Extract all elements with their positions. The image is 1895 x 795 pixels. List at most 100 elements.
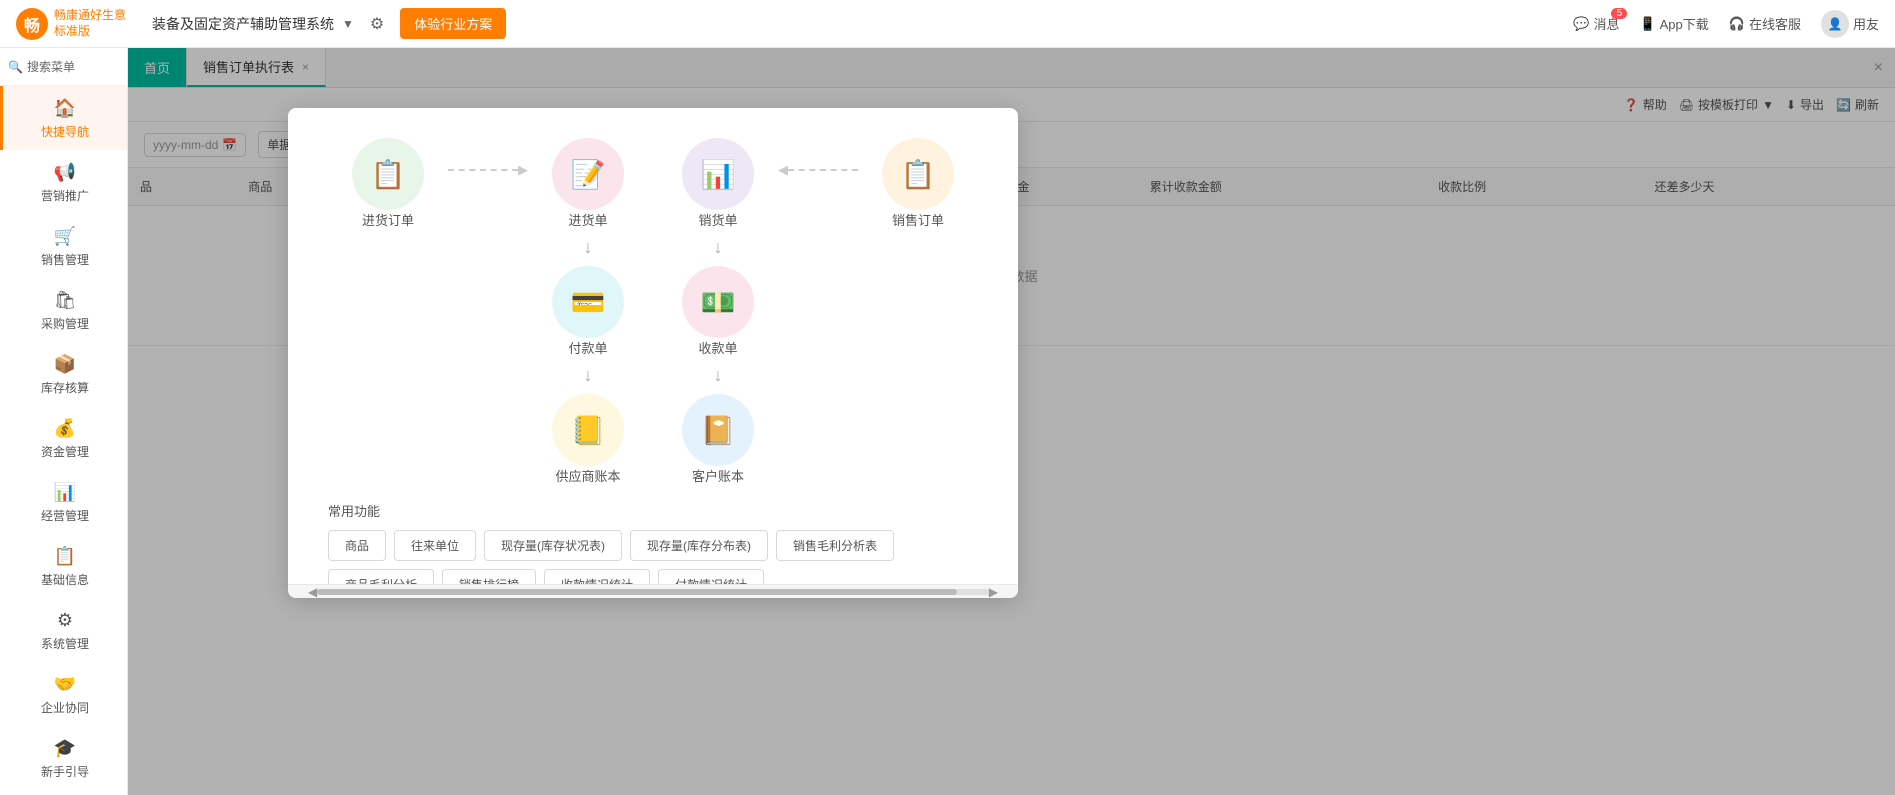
flow-row-2: 💳 付款单 💵 收款单 [328, 266, 978, 357]
arrow-purchase-to-bill: ▶ [448, 162, 528, 178]
flow-row-3: 📒 供应商账本 📔 客户账本 [328, 394, 978, 485]
main-body: 🔍 搜索菜单 🏠 快捷导航 📢 营销推广 🛒 销售管理 🛍 采购管理 📦 [0, 48, 1895, 795]
quick-nav-icon: 🏠 [54, 98, 76, 119]
message-item[interactable]: 💬 消息 5 [1573, 14, 1619, 33]
sidebar-item-label: 采购管理 [41, 315, 89, 332]
dropdown-icon[interactable]: ▼ [342, 17, 354, 31]
payment-circle: 💳 [552, 266, 624, 338]
purchase-bill-label: 进货单 [568, 210, 607, 229]
payment-label: 付款单 [568, 338, 607, 357]
app-container: 畅 畅康通好生意 标准版 装备及固定资产辅助管理系统 ▼ ⚙ 体验行业方案 💬 … [0, 0, 1895, 795]
sale-order-label: 销售订单 [892, 210, 944, 229]
supplier-ledger-label: 供应商账本 [555, 466, 620, 485]
func-btn-sales-margin[interactable]: 销售毛利分析表 [776, 530, 894, 561]
sidebar-item-guide[interactable]: 🎓 新手引导 [0, 726, 127, 790]
sidebar-search-label: 搜索菜单 [27, 58, 75, 75]
flow-node-payment[interactable]: 💳 付款单 [528, 266, 648, 357]
func-btn-stock-dist[interactable]: 现存量(库存分布表) [630, 530, 768, 561]
basic-icon: 📋 [54, 546, 76, 567]
purchase-order-circle: 📋 [352, 138, 424, 210]
flow-node-sale-order[interactable]: 📋 销售订单 [858, 138, 978, 229]
arrow-down-receipt: ↓ [658, 237, 778, 258]
flow-node-purchase-order[interactable]: 📋 进货订单 [328, 138, 448, 229]
flow-node-supplier-ledger[interactable]: 📒 供应商账本 [528, 394, 648, 485]
sale-bill-label: 销货单 [698, 210, 737, 229]
sidebar-item-label: 系统管理 [41, 635, 89, 652]
inventory-icon: 📦 [54, 354, 76, 375]
sidebar-item-label: 营销推广 [41, 187, 89, 204]
sale-bill-circle: 📊 [682, 138, 754, 210]
sidebar-item-label: 快捷导航 [41, 123, 89, 140]
func-btn-product[interactable]: 商品 [328, 530, 386, 561]
app-download-label: App下载 [1660, 14, 1709, 33]
flow-row-arrows: ↓ ↓ [328, 237, 978, 258]
sidebar-item-sales[interactable]: 🛒 销售管理 [0, 214, 127, 278]
modal-scrollbar[interactable]: ◀ ▶ [288, 584, 1018, 598]
purchase-icon: 🛍 [54, 290, 77, 311]
arrow-sale-order-to-bill: ◀ [778, 162, 858, 178]
logo-icon: 畅 [16, 8, 48, 40]
sidebar-item-basic[interactable]: 📋 基础信息 [0, 534, 127, 598]
avatar: 👤 [1821, 10, 1849, 38]
scrollbar-track [317, 589, 989, 595]
sidebar-item-label: 企业协同 [41, 699, 89, 716]
sales-icon: 🛒 [54, 226, 76, 247]
receipt-circle: 💵 [682, 266, 754, 338]
service-icon: 🎧 [1729, 16, 1745, 32]
scrollbar-left-arrow[interactable]: ◀ [308, 585, 317, 599]
content-area: 首页 销售订单执行表 × × ❓ 帮助 🖨 按模板打印 ▼ [128, 48, 1895, 795]
phone-icon: 📱 [1639, 16, 1655, 32]
sidebar-item-marketing[interactable]: 📢 营销推广 [0, 150, 127, 214]
sidebar-search[interactable]: 🔍 搜索菜单 [0, 48, 127, 86]
operation-icon: 📊 [54, 482, 76, 503]
sidebar-item-inventory[interactable]: 📦 库存核算 [0, 342, 127, 406]
customer-ledger-circle: 📔 [682, 394, 754, 466]
header-right: 💬 消息 5 📱 App下载 🎧 在线客服 👤 用友 [1573, 10, 1879, 38]
sidebar-item-label: 销售管理 [41, 251, 89, 268]
finance-icon: 💰 [54, 418, 76, 439]
sidebar: 🔍 搜索菜单 🏠 快捷导航 📢 营销推广 🛒 销售管理 🛍 采购管理 📦 [0, 48, 128, 795]
sidebar-item-label: 新手引导 [41, 763, 89, 780]
try-industry-button[interactable]: 体验行业方案 [400, 8, 506, 39]
logo-text: 畅康通好生意 标准版 [54, 8, 126, 39]
flow-node-purchase-bill[interactable]: 📝 进货单 [528, 138, 648, 229]
modal-overlay[interactable]: 📋 进货订单 ▶ 📝 进货单 [128, 48, 1895, 795]
message-icon: 💬 [1573, 16, 1589, 32]
search-icon: 🔍 [8, 60, 23, 74]
modal-box: 📋 进货订单 ▶ 📝 进货单 [288, 108, 1018, 598]
sidebar-item-quick-nav[interactable]: 🏠 快捷导航 [0, 86, 127, 150]
system-icon: ⚙ [57, 610, 73, 631]
sidebar-item-label: 经营管理 [41, 507, 89, 524]
message-badge: 5 [1611, 8, 1627, 19]
arrow-down-supplier: ↓ [528, 365, 648, 386]
scrollbar-thumb [317, 589, 957, 595]
top-header: 畅 畅康通好生意 标准版 装备及固定资产辅助管理系统 ▼ ⚙ 体验行业方案 💬 … [0, 0, 1895, 48]
sidebar-item-label: 资金管理 [41, 443, 89, 460]
flow-row-1: 📋 进货订单 ▶ 📝 进货单 [328, 138, 978, 229]
corp-icon: 🤝 [54, 674, 76, 695]
func-btn-stock-status[interactable]: 现存量(库存状况表) [484, 530, 622, 561]
sidebar-item-purchase[interactable]: 🛍 采购管理 [0, 278, 127, 342]
func-btn-counterparty[interactable]: 往来单位 [394, 530, 476, 561]
sale-order-circle: 📋 [882, 138, 954, 210]
settings-icon[interactable]: ⚙ [370, 14, 384, 34]
flow-node-sale-bill[interactable]: 📊 销货单 [658, 138, 778, 229]
sidebar-item-corp[interactable]: 🤝 企业协同 [0, 662, 127, 726]
flow-node-customer-ledger[interactable]: 📔 客户账本 [658, 394, 778, 485]
sidebar-item-finance[interactable]: 💰 资金管理 [0, 406, 127, 470]
system-title: 装备及固定资产辅助管理系统 ▼ ⚙ [152, 14, 384, 34]
online-service-item[interactable]: 🎧 在线客服 [1729, 14, 1801, 33]
sidebar-item-operation[interactable]: 📊 经营管理 [0, 470, 127, 534]
app-download-item[interactable]: 📱 App下载 [1639, 14, 1708, 33]
purchase-order-label: 进货订单 [362, 210, 414, 229]
supplier-ledger-circle: 📒 [552, 394, 624, 466]
user-name: 用友 [1853, 14, 1879, 33]
system-title-text: 装备及固定资产辅助管理系统 [152, 14, 334, 34]
flow-node-receipt[interactable]: 💵 收款单 [658, 266, 778, 357]
arrow-down-payment: ↓ [528, 237, 648, 258]
flow-row-arrows-2: ↓ ↓ [328, 365, 978, 386]
user-item[interactable]: 👤 用友 [1821, 10, 1879, 38]
scrollbar-right-arrow[interactable]: ▶ [989, 585, 998, 599]
sidebar-item-system[interactable]: ⚙ 系统管理 [0, 598, 127, 662]
guide-icon: 🎓 [54, 738, 76, 759]
